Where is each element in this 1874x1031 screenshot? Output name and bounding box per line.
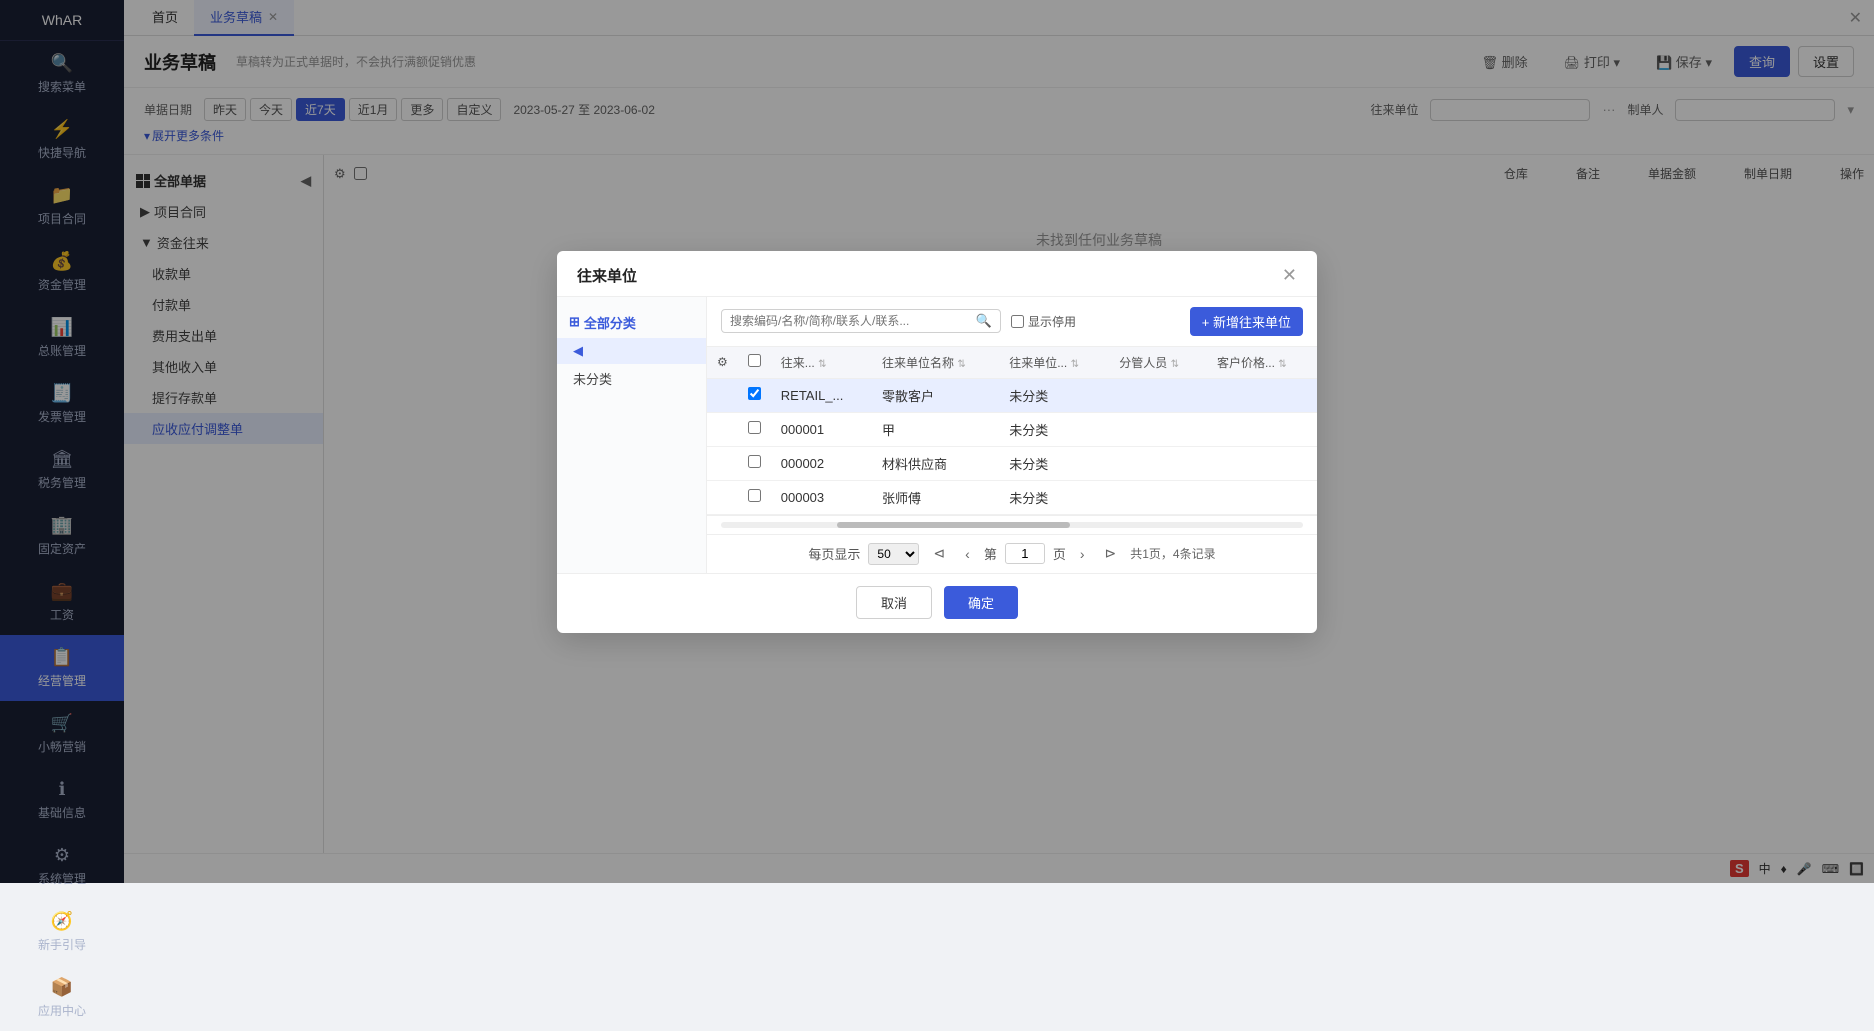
page-next-btn[interactable]: › bbox=[1074, 544, 1091, 564]
th-setting: ⚙ bbox=[707, 347, 738, 379]
th-code: 往来... ⇅ bbox=[771, 347, 872, 379]
dialog-search-input[interactable] bbox=[730, 314, 972, 328]
page-unit: 页 bbox=[1053, 544, 1066, 563]
sidebar-item-label: 新手引导 bbox=[38, 936, 86, 953]
dialog-header: 往来单位 ✕ bbox=[557, 251, 1317, 297]
dialog-table: ⚙ 往来... ⇅ 往来单位名称 ⇅ 往来单位... ⇅ 分管人员 ⇅ 客户价格… bbox=[707, 347, 1317, 515]
row-category: 未分类 bbox=[999, 446, 1109, 480]
dialog-cat-unclassified[interactable]: 未分类 bbox=[557, 364, 706, 393]
dialog-title: 往来单位 bbox=[577, 265, 637, 286]
row-code: 000003 bbox=[771, 480, 872, 514]
dialog-cat-collapse-btn[interactable]: ◀ bbox=[557, 338, 706, 364]
page-prev-btn[interactable]: ‹ bbox=[959, 544, 976, 564]
modal-overlay: 往来单位 ✕ ⊞ 全部分类 ◀ 未分类 bbox=[0, 0, 1874, 883]
sidebar-item-new-guide[interactable]: 🧭 新手引导 bbox=[0, 899, 124, 965]
cancel-button[interactable]: 取消 bbox=[856, 586, 932, 619]
dialog-pagination: 每页显示 50 100 ⊲ ‹ 第 页 › ⊳ 共1页，4条记录 bbox=[707, 534, 1317, 573]
sidebar-item-app-center[interactable]: 📦 应用中心 bbox=[0, 965, 124, 1031]
cat-grid-icon: ⊞ bbox=[569, 314, 580, 330]
th-name: 往来单位名称 ⇅ bbox=[872, 347, 999, 379]
row-setting bbox=[707, 412, 738, 446]
row-manager bbox=[1109, 412, 1207, 446]
row-category: 未分类 bbox=[999, 412, 1109, 446]
page-number-input[interactable] bbox=[1005, 543, 1045, 564]
page-word: 第 bbox=[984, 544, 997, 563]
collapse-icon: ◀ bbox=[573, 343, 583, 358]
sidebar-item-label: 应用中心 bbox=[38, 1002, 86, 1019]
page-last-btn[interactable]: ⊳ bbox=[1099, 543, 1123, 564]
row-check[interactable] bbox=[738, 412, 771, 446]
confirm-button[interactable]: 确定 bbox=[944, 586, 1018, 619]
row-name: 材料供应商 bbox=[872, 446, 999, 480]
row-price bbox=[1207, 446, 1317, 480]
row-name: 张师傅 bbox=[872, 480, 999, 514]
new-guide-icon: 🧭 bbox=[51, 911, 73, 932]
row-name: 零散客户 bbox=[872, 378, 999, 412]
app-center-icon: 📦 bbox=[51, 977, 73, 998]
dialog-cat-all-label[interactable]: 全部分类 bbox=[584, 313, 636, 332]
th-check bbox=[738, 347, 771, 379]
page-total-info: 共1页，4条记录 bbox=[1130, 545, 1215, 562]
table-select-all[interactable] bbox=[748, 354, 761, 367]
row-setting bbox=[707, 446, 738, 480]
row-name: 甲 bbox=[872, 412, 999, 446]
row-price bbox=[1207, 378, 1317, 412]
dialog-actions: 取消 确定 bbox=[557, 573, 1317, 633]
scrollbar-track bbox=[721, 522, 1303, 528]
table-header-row: ⚙ 往来... ⇅ 往来单位名称 ⇅ 往来单位... ⇅ 分管人员 ⇅ 客户价格… bbox=[707, 347, 1317, 379]
dialog-cat-header: ⊞ 全部分类 bbox=[557, 307, 706, 338]
row-setting bbox=[707, 480, 738, 514]
row-price bbox=[1207, 412, 1317, 446]
row-check[interactable] bbox=[738, 446, 771, 480]
th-price: 客户价格... ⇅ bbox=[1207, 347, 1317, 379]
scrollbar-thumb bbox=[837, 522, 1070, 528]
dialog-scrollbar[interactable] bbox=[707, 515, 1317, 534]
row-category: 未分类 bbox=[999, 378, 1109, 412]
page-size-select[interactable]: 50 100 bbox=[868, 543, 919, 565]
party-dialog: 往来单位 ✕ ⊞ 全部分类 ◀ 未分类 bbox=[557, 251, 1317, 633]
table-row[interactable]: 000003 张师傅 未分类 bbox=[707, 480, 1317, 514]
row-code: 000002 bbox=[771, 446, 872, 480]
row-setting bbox=[707, 378, 738, 412]
th-category: 往来单位... ⇅ bbox=[999, 347, 1109, 379]
dialog-body: ⊞ 全部分类 ◀ 未分类 🔍 bbox=[557, 297, 1317, 573]
dialog-right: 🔍 显示停用 + 新增往来单位 ⚙ bbox=[707, 297, 1317, 573]
row-manager bbox=[1109, 446, 1207, 480]
dialog-search-icon: 🔍 bbox=[976, 313, 992, 329]
row-price bbox=[1207, 480, 1317, 514]
page-size-label: 每页显示 bbox=[808, 544, 860, 563]
dialog-close-icon[interactable]: ✕ bbox=[1282, 265, 1297, 286]
row-check[interactable] bbox=[738, 480, 771, 514]
row-category: 未分类 bbox=[999, 480, 1109, 514]
row-check[interactable] bbox=[738, 378, 771, 412]
page-first-btn[interactable]: ⊲ bbox=[927, 543, 951, 564]
dialog-search-box[interactable]: 🔍 bbox=[721, 309, 1001, 333]
dialog-categories: ⊞ 全部分类 ◀ 未分类 bbox=[557, 297, 707, 573]
th-manager: 分管人员 ⇅ bbox=[1109, 347, 1207, 379]
table-row[interactable]: 000001 甲 未分类 bbox=[707, 412, 1317, 446]
row-code: 000001 bbox=[771, 412, 872, 446]
table-row[interactable]: 000002 材料供应商 未分类 bbox=[707, 446, 1317, 480]
row-manager bbox=[1109, 378, 1207, 412]
table-row[interactable]: RETAIL_... 零散客户 未分类 bbox=[707, 378, 1317, 412]
show-disabled-label[interactable]: 显示停用 bbox=[1011, 313, 1076, 330]
row-manager bbox=[1109, 480, 1207, 514]
add-party-button[interactable]: + 新增往来单位 bbox=[1190, 307, 1303, 336]
row-code: RETAIL_... bbox=[771, 378, 872, 412]
dialog-toolbar: 🔍 显示停用 + 新增往来单位 bbox=[707, 297, 1317, 347]
show-disabled-checkbox[interactable] bbox=[1011, 315, 1024, 328]
